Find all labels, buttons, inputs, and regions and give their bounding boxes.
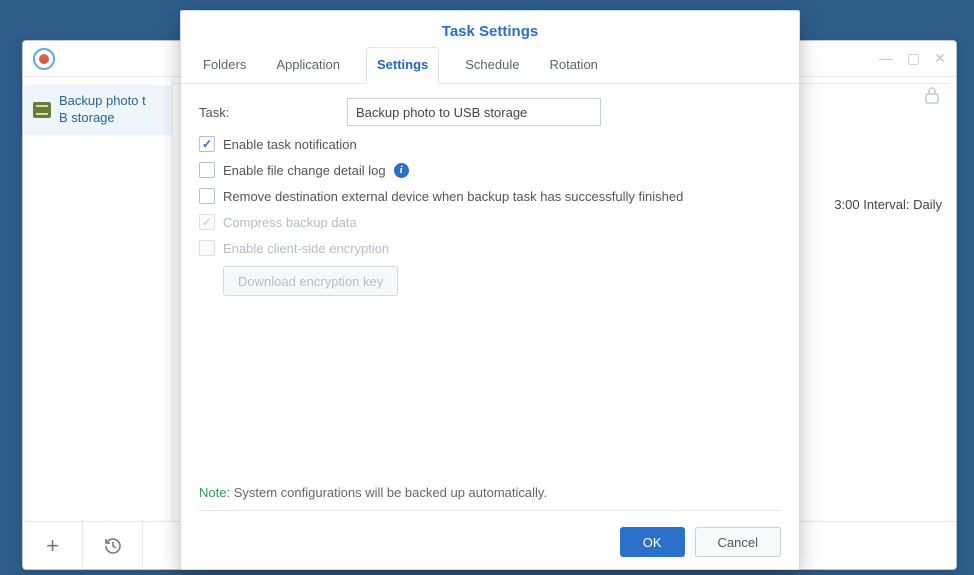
cancel-button[interactable]: Cancel xyxy=(695,527,781,557)
checkbox-enable-notification[interactable] xyxy=(199,136,215,152)
schedule-info: 3:00 Interval: Daily xyxy=(834,197,942,212)
checkbox-remove-device[interactable] xyxy=(199,188,215,204)
note-label: Note: xyxy=(199,485,230,500)
window-maximize-icon[interactable]: ▢ xyxy=(907,50,920,67)
checkbox-enable-log[interactable] xyxy=(199,162,215,178)
download-key-button: Download encryption key xyxy=(223,266,398,296)
task-icon xyxy=(33,102,51,118)
task-list-item[interactable]: Backup photo t B storage xyxy=(23,85,172,135)
tab-schedule[interactable]: Schedule xyxy=(461,47,523,84)
window-minimize-icon[interactable]: — xyxy=(879,50,893,67)
tab-application[interactable]: Application xyxy=(272,47,344,84)
label-encryption: Enable client-side encryption xyxy=(223,241,389,256)
checkbox-compress xyxy=(199,214,215,230)
checkbox-encryption xyxy=(199,240,215,256)
task-field-label: Task: xyxy=(199,105,347,120)
dialog-body: Task: Enable task notification Enable fi… xyxy=(181,84,799,569)
label-enable-log: Enable file change detail log xyxy=(223,163,386,178)
note-text: System configurations will be backed up … xyxy=(230,485,547,500)
label-compress: Compress backup data xyxy=(223,215,357,230)
info-icon[interactable]: i xyxy=(394,163,409,178)
label-enable-notification: Enable task notification xyxy=(223,137,357,152)
app-icon xyxy=(33,48,55,70)
tab-rotation[interactable]: Rotation xyxy=(545,47,601,84)
dialog-title: Task Settings xyxy=(181,11,799,46)
tab-strip: Folders Application Settings Schedule Ro… xyxy=(181,46,799,84)
tab-settings[interactable]: Settings xyxy=(366,47,439,84)
history-button[interactable] xyxy=(83,522,143,570)
ok-button[interactable]: OK xyxy=(620,527,685,557)
tab-folders[interactable]: Folders xyxy=(199,47,250,84)
task-item-line1: Backup photo t xyxy=(59,93,146,110)
label-remove-device: Remove destination external device when … xyxy=(223,189,683,204)
window-close-icon[interactable]: ✕ xyxy=(934,50,946,67)
add-task-button[interactable]: + xyxy=(23,522,83,570)
task-item-line2: B storage xyxy=(59,110,146,127)
lock-icon xyxy=(922,85,942,105)
task-list-sidebar: Backup photo t B storage xyxy=(23,79,173,521)
task-name-input[interactable] xyxy=(347,98,601,126)
task-settings-dialog: Task Settings Folders Application Settin… xyxy=(180,10,800,570)
